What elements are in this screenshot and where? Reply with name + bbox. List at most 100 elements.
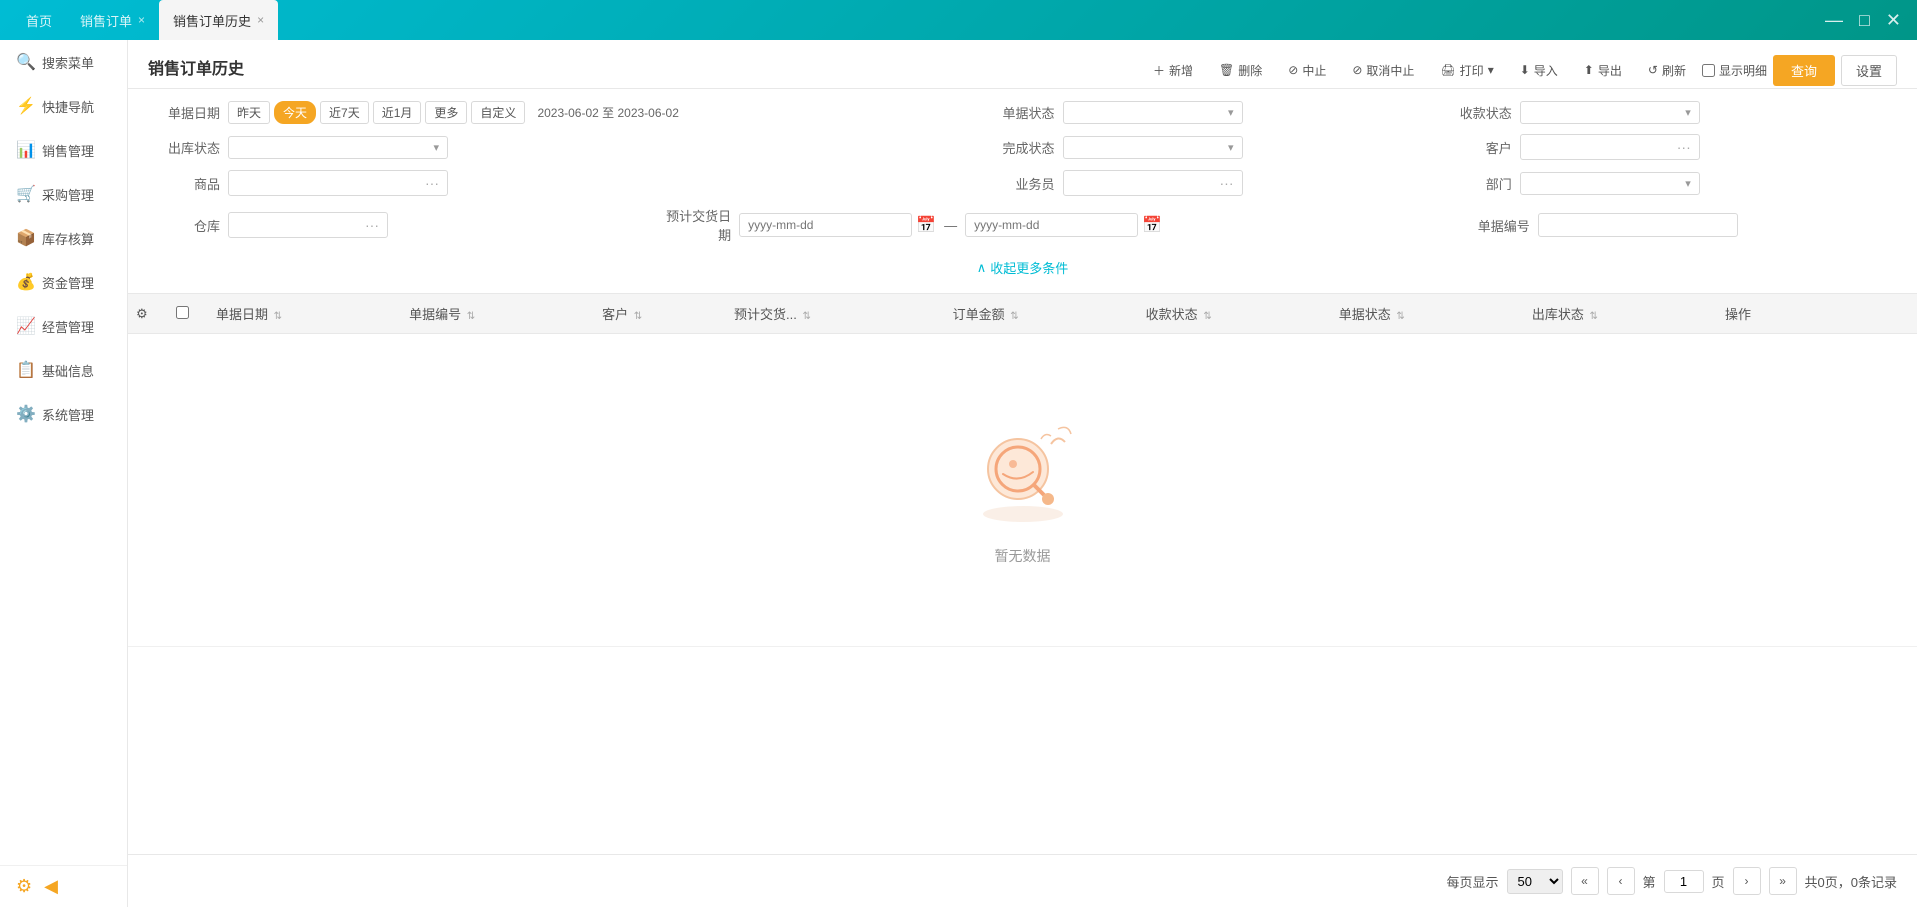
refresh-button[interactable]: ↺ 刷新: [1638, 57, 1696, 84]
receipt-status-control: ▾: [1520, 101, 1897, 124]
display-detail-checkbox[interactable]: [1702, 64, 1715, 77]
window-minimize-button[interactable]: —: [1821, 6, 1847, 35]
salesman-input[interactable]: ···: [1063, 170, 1243, 196]
tab-home[interactable]: 首页: [12, 0, 66, 40]
empty-state-cell: 暂无数据: [128, 334, 1917, 647]
sort-no-button[interactable]: 单据编号 ⇅: [409, 307, 475, 322]
prev-page-button[interactable]: ‹: [1607, 867, 1635, 895]
date-label: 单据日期: [148, 103, 228, 122]
sort-no-icon: ⇅: [467, 311, 475, 322]
sidebar-item-inventory-calc[interactable]: 📦 库存核算: [0, 216, 127, 260]
date-btn-today[interactable]: 今天: [274, 101, 316, 124]
tab-sales-order[interactable]: 销售订单 ×: [66, 0, 159, 40]
product-input[interactable]: ···: [228, 170, 448, 196]
sidebar-item-quick-nav[interactable]: ⚡ 快捷导航: [0, 84, 127, 128]
sidebar-item-purchase-mgmt[interactable]: 🛒 采购管理: [0, 172, 127, 216]
sort-amount-button[interactable]: 订单金额 ⇅: [953, 307, 1019, 322]
print-button[interactable]: 🖨 打印 ▾: [1430, 57, 1503, 84]
date-range-display: 2023-06-02 至 2023-06-02: [537, 104, 678, 121]
sidebar-item-sales-mgmt[interactable]: 📊 销售管理: [0, 128, 127, 172]
date-btn-7days[interactable]: 近7天: [320, 101, 369, 124]
sort-date-button[interactable]: 单据日期 ⇅: [216, 307, 282, 322]
sidebar-item-sys-mgmt[interactable]: ⚙️ 系统管理: [0, 392, 127, 436]
settings-icon[interactable]: ⚙: [136, 306, 148, 321]
sort-order-status-button[interactable]: 单据状态 ⇅: [1339, 307, 1405, 322]
next-page-button[interactable]: ›: [1733, 867, 1761, 895]
date-btn-1month[interactable]: 近1月: [373, 101, 422, 124]
order-status-select[interactable]: ▾: [1063, 101, 1243, 124]
import-button[interactable]: ⬇ 导入: [1510, 57, 1568, 84]
customer-control: ···: [1520, 134, 1897, 160]
delivery-date-start[interactable]: [739, 213, 912, 237]
fund-mgmt-icon: 💰: [16, 272, 34, 292]
receipt-status-select[interactable]: ▾: [1520, 101, 1700, 124]
setting-button[interactable]: 设置: [1841, 55, 1897, 86]
tab-sales-order-history[interactable]: 销售订单历史 ×: [159, 0, 278, 40]
ops-mgmt-icon: 📈: [16, 316, 34, 336]
warehouse-input[interactable]: ···: [228, 212, 388, 238]
th-amount: 订单金额 ⇅: [945, 294, 1138, 334]
table-area: ⚙ 单据日期 ⇅ 单据编号: [128, 294, 1917, 854]
receipt-status-arrow-icon: ▾: [1685, 106, 1691, 119]
complete-status-select[interactable]: ▾: [1063, 136, 1243, 159]
sidebar-item-search-menu[interactable]: 🔍 搜索菜单: [0, 40, 127, 84]
tab-sales-order-history-close[interactable]: ×: [257, 13, 264, 27]
sort-receipt-button[interactable]: 收款状态 ⇅: [1146, 307, 1212, 322]
cancel-stop-icon: ⊘: [1352, 63, 1362, 77]
main-layout: 🔍 搜索菜单 ⚡ 快捷导航 📊 销售管理 🛒 采购管理 📦 库存核算 💰 资金管…: [0, 40, 1917, 907]
empty-state: 暂无数据: [128, 334, 1917, 646]
sort-delivery-button[interactable]: 预计交货... ⇅: [734, 307, 811, 322]
delete-button[interactable]: 🗑 删除: [1209, 57, 1272, 84]
date-buttons: 昨天 今天 近7天 近1月 更多 自定义 2023-06-02 至 2023-0…: [228, 101, 679, 124]
import-icon: ⬇: [1520, 63, 1530, 77]
page-number-input[interactable]: [1664, 870, 1704, 893]
cancel-stop-button[interactable]: ⊘ 取消中止: [1342, 57, 1424, 84]
date-btn-more[interactable]: 更多: [425, 101, 467, 124]
dept-select[interactable]: ▾: [1520, 172, 1700, 195]
window-maximize-button[interactable]: □: [1855, 6, 1874, 35]
calendar-end-icon[interactable]: 📅: [1142, 215, 1162, 235]
sort-receipt-icon: ⇅: [1203, 311, 1211, 322]
complete-status-arrow-icon: ▾: [1228, 141, 1234, 154]
warehouse-dots-icon: ···: [365, 217, 379, 233]
print-arrow-icon: ▾: [1488, 63, 1494, 77]
sort-customer-button[interactable]: 客户 ⇅: [602, 307, 642, 322]
total-text: 共0页，0条记录: [1805, 872, 1897, 891]
window-close-button[interactable]: ✕: [1882, 6, 1905, 35]
new-button[interactable]: ＋ 新增: [1143, 57, 1203, 84]
print-icon: 🖨: [1440, 63, 1455, 77]
order-no-input[interactable]: [1538, 213, 1738, 237]
collapse-button[interactable]: ∧ 收起更多条件: [148, 254, 1897, 281]
display-detail-label[interactable]: 显示明细: [1702, 62, 1767, 79]
customer-input[interactable]: ···: [1520, 134, 1700, 160]
sidebar: 🔍 搜索菜单 ⚡ 快捷导航 📊 销售管理 🛒 采购管理 📦 库存核算 💰 资金管…: [0, 40, 128, 907]
th-setting: ⚙: [128, 294, 168, 334]
page-label: 第: [1643, 872, 1656, 891]
query-button[interactable]: 查询: [1773, 55, 1835, 86]
page-size-select[interactable]: 50 10 20 100: [1507, 869, 1563, 894]
date-btn-yesterday[interactable]: 昨天: [228, 101, 270, 124]
sidebar-item-fund-mgmt[interactable]: 💰 资金管理: [0, 260, 127, 304]
stop-button[interactable]: ⊘ 中止: [1278, 57, 1336, 84]
th-checkbox: [168, 294, 208, 334]
date-btn-custom[interactable]: 自定义: [471, 101, 525, 124]
sidebar-item-ops-mgmt[interactable]: 📈 经营管理: [0, 304, 127, 348]
delivery-date-end[interactable]: [965, 213, 1138, 237]
select-all-checkbox[interactable]: [176, 306, 189, 319]
sort-customer-icon: ⇅: [634, 311, 642, 322]
sort-outbound-button[interactable]: 出库状态 ⇅: [1532, 307, 1598, 322]
tab-sales-order-close[interactable]: ×: [138, 13, 145, 27]
calendar-start-icon[interactable]: 📅: [916, 215, 936, 235]
outbound-status-select[interactable]: ▾: [228, 136, 448, 159]
first-page-button[interactable]: «: [1571, 867, 1599, 895]
last-page-button[interactable]: »: [1769, 867, 1797, 895]
page-size-label: 每页显示: [1446, 872, 1498, 891]
page-header: 销售订单历史 ＋ 新增 🗑 删除 ⊘ 中止 ⊘ 取消中止: [128, 40, 1917, 89]
filter-row-3: 商品 ··· 业务员 ··· 部门: [148, 170, 1897, 196]
sidebar-item-basic-info[interactable]: 📋 基础信息: [0, 348, 127, 392]
sidebar-settings-icon[interactable]: ⚙: [16, 876, 32, 897]
sidebar-collapse-icon[interactable]: ◀: [44, 876, 58, 897]
export-button[interactable]: ⬆ 导出: [1574, 57, 1632, 84]
sort-outbound-icon: ⇅: [1589, 311, 1597, 322]
delivery-date-control: 📅 — 📅: [739, 213, 1458, 237]
